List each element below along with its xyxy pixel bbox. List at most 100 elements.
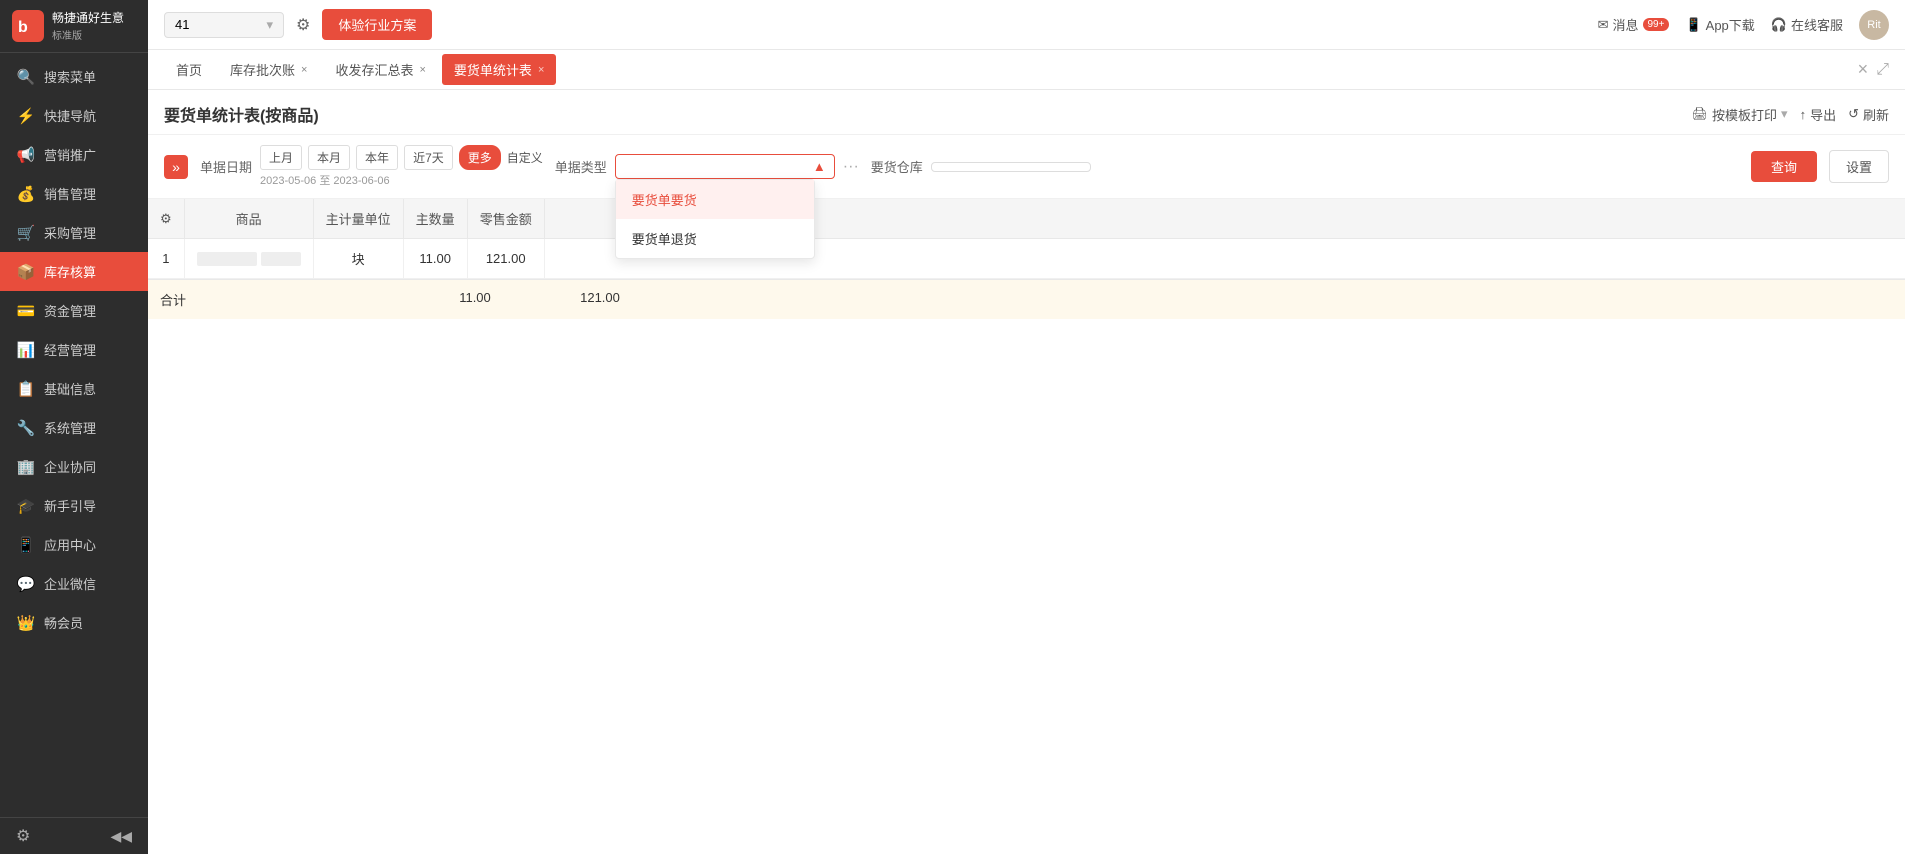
settings-button[interactable]: 设置 bbox=[1829, 150, 1889, 183]
footer-amount: 121.00 bbox=[540, 290, 660, 309]
query-button[interactable]: 查询 bbox=[1751, 151, 1817, 182]
doc-number-input[interactable]: 41 ▾ bbox=[164, 12, 284, 38]
export-icon: ↑ bbox=[1800, 107, 1807, 122]
online-service-button[interactable]: 🎧 在线客服 bbox=[1771, 15, 1843, 34]
th-unit: 主计量单位 bbox=[313, 199, 403, 239]
refresh-button[interactable]: ↺ 刷新 bbox=[1848, 105, 1889, 124]
messages-button[interactable]: ✉ 消息 99+ bbox=[1598, 15, 1670, 34]
sidebar-label: 新手引导 bbox=[44, 496, 96, 515]
date-shortcuts-col: 上月 本月 本年 近7天 更多 自定义 2023-05-06 至 2023-06… bbox=[260, 145, 543, 188]
sidebar-item-member[interactable]: 👑 畅会员 bbox=[0, 603, 148, 642]
sidebar-label: 基础信息 bbox=[44, 379, 96, 398]
filter-expand-button[interactable]: » bbox=[164, 155, 188, 179]
sidebar-label: 经营管理 bbox=[44, 340, 96, 359]
sidebar-item-finance[interactable]: 💳 资金管理 bbox=[0, 291, 148, 330]
tabs-expand-controls: × ⤢ bbox=[1858, 59, 1889, 80]
topbar-settings-icon[interactable]: ⚙ bbox=[296, 15, 310, 35]
type-select[interactable]: ▲ bbox=[615, 154, 835, 179]
logo-icon: b bbox=[12, 10, 44, 42]
chevron-down-icon: ▾ bbox=[266, 17, 273, 33]
tab-requisition-summary[interactable]: 要货单统计表 × bbox=[442, 54, 556, 85]
dropdown-option-requisition-order[interactable]: 要货单要货 bbox=[616, 180, 814, 219]
tab-inventory-batch-close[interactable]: × bbox=[301, 64, 307, 76]
print-button[interactable]: 🖨 按模板打印 ▾ bbox=[1692, 105, 1788, 124]
last-7-days-btn[interactable]: 近7天 bbox=[404, 145, 453, 170]
sidebar-item-system[interactable]: 🔧 系统管理 bbox=[0, 408, 148, 447]
th-quantity: 主数量 bbox=[403, 199, 467, 239]
more-date-btn[interactable]: 更多 bbox=[459, 145, 501, 170]
sidebar-item-quick-nav[interactable]: ⚡ 快捷导航 bbox=[0, 96, 148, 135]
building-icon: 🏢 bbox=[16, 458, 36, 476]
warehouse-select[interactable] bbox=[931, 162, 1091, 172]
tab-receive-summary[interactable]: 收发存汇总表 × bbox=[323, 54, 437, 85]
dropdown-option-requisition-return[interactable]: 要货单退货 bbox=[616, 219, 814, 258]
product-name-placeholder bbox=[197, 252, 257, 266]
page-content: 要货单统计表(按商品) 🖨 按模板打印 ▾ ↑ 导出 ↺ 刷新 bbox=[148, 90, 1905, 854]
expand-tabs-icon[interactable]: ⤢ bbox=[1876, 61, 1889, 79]
sidebar-item-basic-info[interactable]: 📋 基础信息 bbox=[0, 369, 148, 408]
sidebar-label: 资金管理 bbox=[44, 301, 96, 320]
sidebar-collapse-icon[interactable]: ◀◀ bbox=[110, 828, 132, 845]
th-settings[interactable]: ⚙ bbox=[148, 199, 184, 239]
sidebar-label: 快捷导航 bbox=[44, 106, 96, 125]
version-label: 标准版 bbox=[52, 27, 124, 42]
trial-button[interactable]: 体验行业方案 bbox=[322, 9, 432, 40]
tabs-bar: 首页 库存批次账 × 收发存汇总表 × 要货单统计表 × × ⤢ bbox=[148, 50, 1905, 90]
sidebar-item-purchase[interactable]: 🛒 采购管理 bbox=[0, 213, 148, 252]
sidebar-label: 应用中心 bbox=[44, 535, 96, 554]
tab-requisition-summary-close[interactable]: × bbox=[538, 64, 544, 76]
tab-receive-summary-label: 收发存汇总表 bbox=[335, 60, 413, 79]
crown-icon: 👑 bbox=[16, 614, 36, 632]
inventory-icon: 📦 bbox=[16, 263, 36, 281]
last-month-btn[interactable]: 上月 bbox=[260, 145, 302, 170]
chat-icon: 💬 bbox=[16, 575, 36, 593]
sidebar-label: 企业协同 bbox=[44, 457, 96, 476]
sidebar-item-app-center[interactable]: 📱 应用中心 bbox=[0, 525, 148, 564]
sidebar-item-search[interactable]: 🔍 搜索菜单 bbox=[0, 57, 148, 96]
type-select-wrapper: ▲ 要货单要货 要货单退货 bbox=[615, 154, 835, 179]
table-footer: 合计 11.00 121.00 bbox=[148, 279, 1905, 319]
sidebar-item-wechat[interactable]: 💬 企业微信 bbox=[0, 564, 148, 603]
user-avatar[interactable]: Rit bbox=[1859, 10, 1889, 40]
online-service-label: 在线客服 bbox=[1791, 15, 1843, 34]
this-month-btn[interactable]: 本月 bbox=[308, 145, 350, 170]
close-all-tabs-icon[interactable]: × bbox=[1858, 59, 1869, 80]
sidebar-item-marketing[interactable]: 📢 营销推广 bbox=[0, 135, 148, 174]
data-table-wrap: ⚙ 商品 主计量单位 主数量 零售金额 1 bbox=[148, 199, 1905, 279]
avatar-img: Rit bbox=[1859, 10, 1889, 40]
sidebar-label: 搜索菜单 bbox=[44, 67, 96, 86]
sidebar-item-enterprise[interactable]: 🏢 企业协同 bbox=[0, 447, 148, 486]
sidebar-item-sales[interactable]: 💰 销售管理 bbox=[0, 174, 148, 213]
message-icon: ✉ bbox=[1598, 17, 1609, 33]
sidebar-label: 企业微信 bbox=[44, 574, 96, 593]
custom-date-btn[interactable]: 自定义 bbox=[507, 149, 543, 166]
page-actions: 🖨 按模板打印 ▾ ↑ 导出 ↺ 刷新 bbox=[1692, 105, 1890, 124]
tab-receive-summary-close[interactable]: × bbox=[419, 64, 425, 76]
doc-number-value: 41 bbox=[175, 17, 189, 32]
tab-home-label: 首页 bbox=[176, 60, 202, 79]
td-unit: 块 bbox=[313, 239, 403, 279]
sidebar-item-guide[interactable]: 🎓 新手引导 bbox=[0, 486, 148, 525]
expand-icon: » bbox=[172, 159, 180, 175]
main-area: 41 ▾ ⚙ 体验行业方案 ✉ 消息 99+ 📱 App下载 🎧 在线客服 bbox=[148, 0, 1905, 854]
tab-home[interactable]: 首页 bbox=[164, 54, 214, 85]
sidebar-item-inventory[interactable]: 📦 库存核算 bbox=[0, 252, 148, 291]
sidebar-settings-icon[interactable]: ⚙ bbox=[16, 826, 30, 846]
phone-icon: 📱 bbox=[16, 536, 36, 554]
app-download-button[interactable]: 📱 App下载 bbox=[1685, 15, 1754, 34]
app-download-label: App下载 bbox=[1706, 15, 1755, 34]
flash-icon: ⚡ bbox=[16, 107, 36, 125]
this-year-btn[interactable]: 本年 bbox=[356, 145, 398, 170]
type-filter-more-icon[interactable]: ··· bbox=[843, 158, 859, 176]
page-title: 要货单统计表(按商品) bbox=[164, 102, 319, 126]
column-settings-icon[interactable]: ⚙ bbox=[160, 211, 172, 226]
td-quantity: 11.00 bbox=[403, 239, 467, 279]
tab-inventory-batch[interactable]: 库存批次账 × bbox=[218, 54, 319, 85]
page-header: 要货单统计表(按商品) 🖨 按模板打印 ▾ ↑ 导出 ↺ 刷新 bbox=[148, 90, 1905, 135]
print-arrow-icon: ▾ bbox=[1781, 106, 1788, 122]
export-button[interactable]: ↑ 导出 bbox=[1800, 105, 1837, 124]
date-filter-group: 单据日期 上月 本月 本年 近7天 更多 自定义 2023-05-06 至 20… bbox=[200, 145, 543, 188]
td-index: 1 bbox=[148, 239, 184, 279]
sidebar-item-operations[interactable]: 📊 经营管理 bbox=[0, 330, 148, 369]
sidebar-label: 畅会员 bbox=[44, 613, 83, 632]
